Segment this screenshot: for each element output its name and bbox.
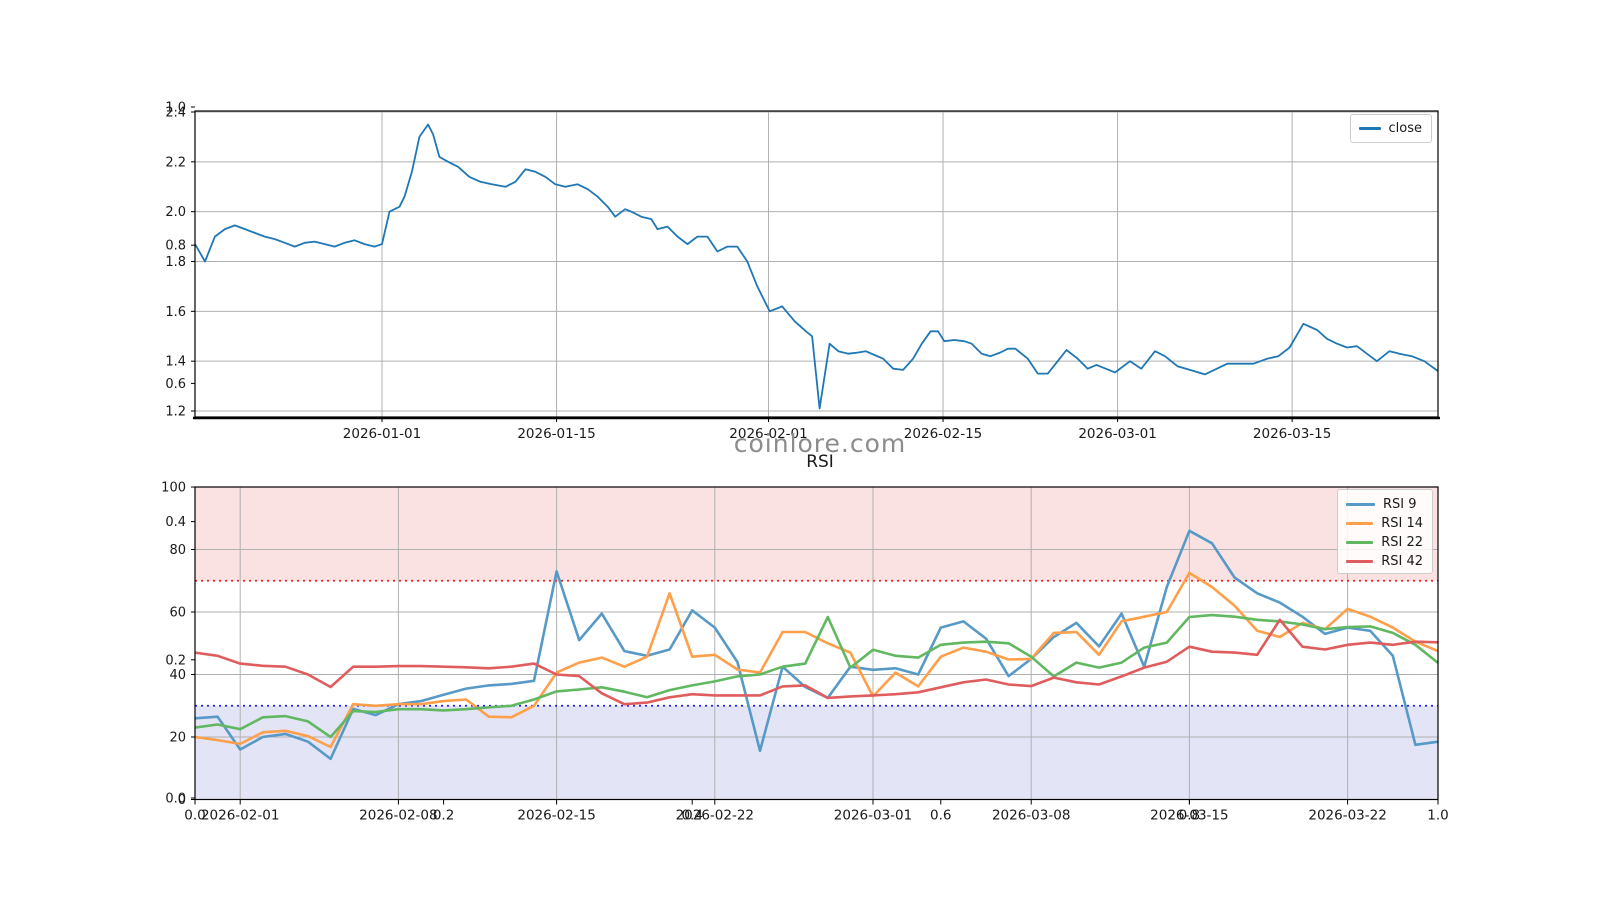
- rsi-y-tick-label: 40: [169, 668, 186, 683]
- overlay-y-tick-label: 0.0: [165, 792, 186, 807]
- price-legend-label-close: close: [1388, 121, 1422, 136]
- overlay-y-tick-label: 1.0: [165, 101, 186, 116]
- rsi-legend-item-rsi22: RSI 22: [1346, 533, 1423, 552]
- rsi42-line-swatch: [1346, 560, 1374, 563]
- price-chart: 2.42.22.01.81.61.41.22026-01-01 2026-01-1…: [165, 105, 1440, 442]
- rsi-x-tick-label: 2026-03-01: [834, 808, 912, 824]
- rsi-x-tick-label: 2026-03-22: [1308, 808, 1386, 824]
- overlay-y-tick-label: 0.2: [165, 653, 186, 668]
- overlay-x-tick-label: 0.2: [433, 808, 454, 824]
- overlay-y-tick-label: 0.6: [165, 377, 186, 392]
- rsi-legend-label-rsi9: RSI 9: [1383, 497, 1417, 512]
- rsi-legend-label-rsi42: RSI 42: [1381, 554, 1423, 569]
- overlay-x-tick-label: 0.4: [681, 808, 702, 824]
- rsi22-line-swatch: [1346, 541, 1374, 544]
- rsi-chart: 1008060402002026-02-01 2026-02-08 2026-02-…: [161, 481, 1439, 824]
- rsi-x-tick-label: 2026-02-01: [201, 808, 279, 824]
- rsi-y-tick-label: 100: [161, 481, 186, 496]
- rsi-x-tick-label: 2026-02-08: [359, 808, 437, 824]
- rsi42-line: [194, 618, 1439, 706]
- close-price-line: [194, 123, 1439, 410]
- rsi-y-tick-label: 20: [169, 731, 186, 746]
- price-legend-item-close: close: [1359, 120, 1422, 137]
- price-x-tick-label: 2026-03-01: [1078, 426, 1156, 442]
- close-line-swatch: [1359, 127, 1381, 130]
- price-y-tick-label: 1.6: [165, 305, 186, 320]
- price-y-tick-label: 2.2: [165, 155, 186, 170]
- overlay-x-tick-label: 0.8: [1179, 808, 1200, 824]
- overlay-x-tick-label: 0.6: [930, 808, 951, 824]
- rsi-y-tick-label: 80: [169, 543, 186, 558]
- rsi-legend-label-rsi14: RSI 14: [1381, 516, 1423, 531]
- overlay-y-tick-label: 0.4: [165, 515, 186, 530]
- overlay-x-tick-label: 1.0: [1427, 808, 1448, 824]
- rsi-legend-item-rsi42: RSI 42: [1346, 552, 1423, 571]
- price-y-tick-label: 1.8: [165, 255, 186, 270]
- price-x-tick-label: 2026-03-15: [1253, 426, 1331, 442]
- overlay-y-tick-label: 0.8: [165, 239, 186, 254]
- rsi14-line-swatch: [1346, 522, 1374, 525]
- rsi9-line-swatch: [1346, 503, 1375, 506]
- rsi-legend: RSI 9 RSI 14 RSI 22 RSI 42: [1337, 489, 1433, 574]
- overbought-band: [195, 487, 1438, 581]
- oversold-band: [195, 705, 1438, 800]
- price-y-tick-label: 2.0: [165, 205, 186, 220]
- chart-figure: 2.4 2.2 2.0 1.8 1.6 1.4 1.2 2026-01-01 2026-01-1…: [0, 0, 1600, 900]
- rsi-legend-label-rsi22: RSI 22: [1381, 535, 1423, 550]
- price-legend: close: [1350, 114, 1432, 143]
- price-x-tick-label: 2026-01-01: [343, 426, 421, 442]
- rsi-subplot-title: RSI: [806, 452, 834, 472]
- price-y-tick-label: 1.4: [165, 355, 186, 370]
- rsi-legend-item-rsi9: RSI 9: [1346, 495, 1423, 514]
- rsi-y-tick-label: 60: [169, 606, 186, 621]
- rsi-x-tick-label: 2026-02-15: [517, 808, 595, 824]
- rsi-legend-item-rsi14: RSI 14: [1346, 514, 1423, 533]
- price-y-tick-label: 1.2: [165, 405, 186, 420]
- overlay-x-tick-label: 0.0: [184, 808, 205, 824]
- rsi-x-tick-label: 2026-03-08: [992, 808, 1070, 824]
- price-x-tick-label: 2026-01-15: [517, 426, 595, 442]
